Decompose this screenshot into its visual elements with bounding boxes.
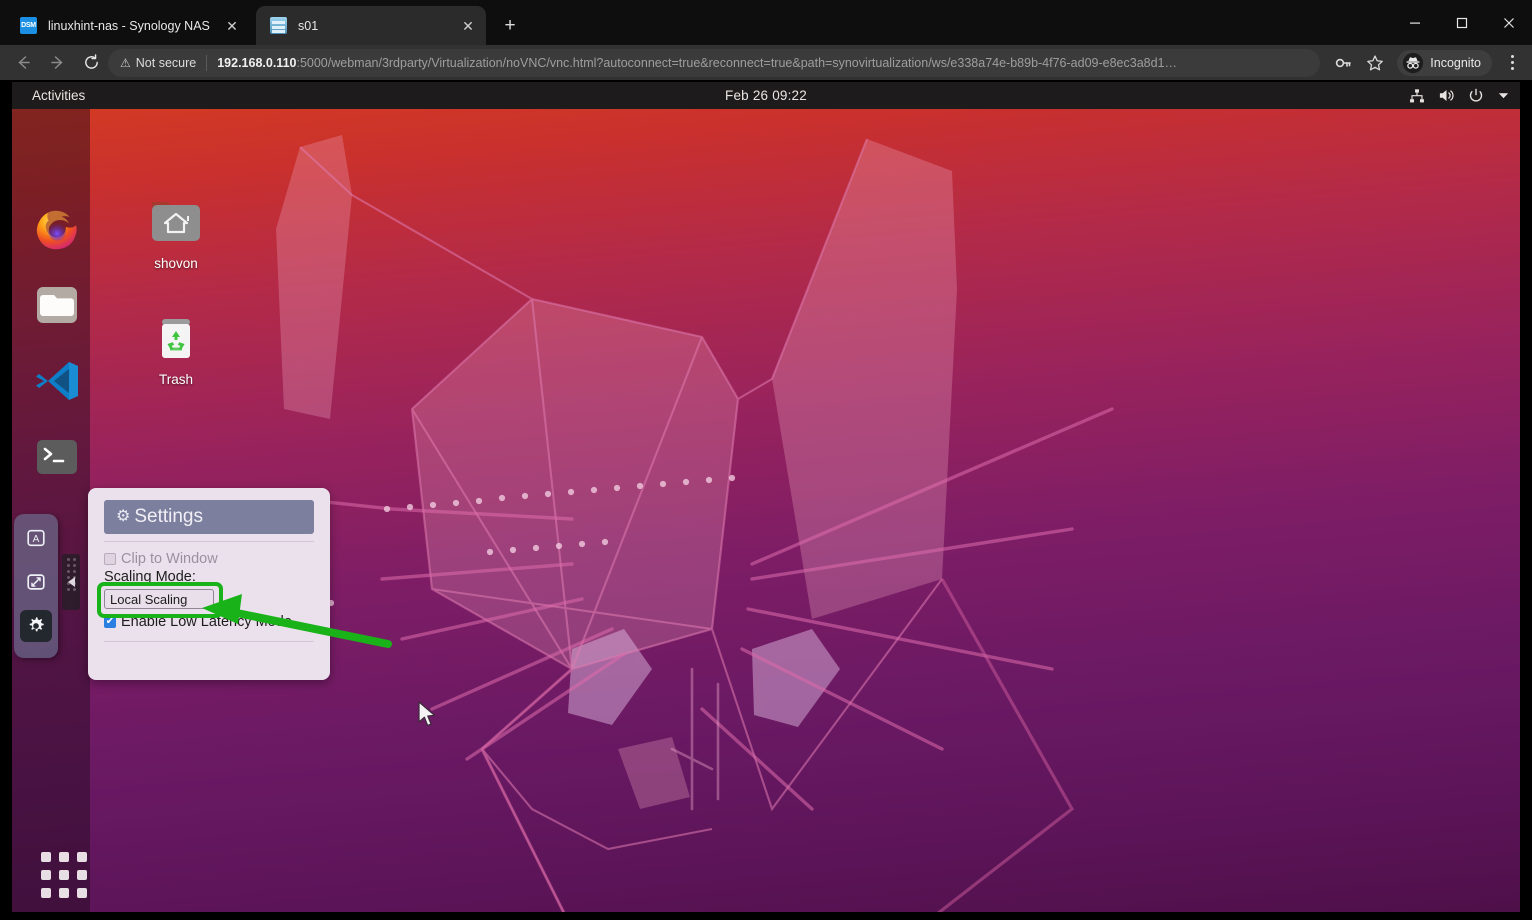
trash-icon xyxy=(162,319,190,358)
reload-icon[interactable] xyxy=(74,45,108,80)
browser-toolbar: ⚠ Not secure 192.168.0.110:5000/webman/3… xyxy=(0,45,1532,80)
star-icon[interactable] xyxy=(1359,47,1391,79)
vnc-canvas[interactable]: Activities Feb 26 09:22 shovon Trash A ⚙… xyxy=(12,82,1520,912)
settings-divider-top xyxy=(104,541,314,542)
novnc-fullscreen-button[interactable] xyxy=(20,566,52,598)
virtual-machine-icon xyxy=(270,17,287,34)
browser-tab-0-close-icon[interactable]: ✕ xyxy=(220,14,244,38)
dock-item-files[interactable] xyxy=(33,281,81,329)
omnibox-divider xyxy=(206,55,208,71)
desktop-icon-label: Trash xyxy=(158,372,193,387)
gnome-top-bar: Activities Feb 26 09:22 xyxy=(12,82,1520,109)
fullscreen-icon xyxy=(27,574,45,590)
screenshot-root: DSM linuxhint-nas - Synology NAS ✕ s01 ✕… xyxy=(0,0,1532,920)
chevron-down-icon xyxy=(1497,89,1510,102)
maximize-icon[interactable] xyxy=(1438,0,1485,45)
three-dots-menu-icon[interactable] xyxy=(1498,47,1526,79)
settings-panel-header: ⚙ Settings xyxy=(104,500,314,534)
handle-grip-dots xyxy=(67,558,76,591)
browser-tab-0-title: linuxhint-nas - Synology NAS xyxy=(48,18,210,33)
gnome-status-area[interactable] xyxy=(1409,87,1510,104)
grid-dot xyxy=(59,852,69,862)
clip-to-window-row[interactable]: Clip to Window xyxy=(104,548,314,569)
dsm-logo-icon: DSM xyxy=(20,17,37,34)
minimize-icon[interactable] xyxy=(1391,0,1438,45)
desktop-icon-label: shovon xyxy=(154,256,198,271)
desktop-icon-trash[interactable]: Trash xyxy=(134,310,218,387)
url-path: :5000/webman/3rdparty/Virtualization/noV… xyxy=(296,56,1178,70)
gnome-dock xyxy=(12,109,90,912)
novnc-settings-button[interactable] xyxy=(20,610,52,642)
vscode-icon xyxy=(36,362,78,400)
grid-dot xyxy=(59,888,69,898)
grid-dot xyxy=(77,870,87,880)
network-wired-icon xyxy=(1409,88,1425,104)
dock-item-firefox[interactable] xyxy=(33,205,81,253)
window-controls xyxy=(1391,0,1532,45)
low-latency-checkbox[interactable]: ✔ xyxy=(104,615,116,628)
grid-dot xyxy=(41,888,51,898)
gear-icon: ⚙ xyxy=(116,508,131,525)
show-applications-button[interactable] xyxy=(41,852,87,898)
url-host: 192.168.0.110 xyxy=(217,56,297,70)
address-bar-url: 192.168.0.110:5000/webman/3rdparty/Virtu… xyxy=(217,56,1310,70)
browser-tab-0[interactable]: DSM linuxhint-nas - Synology NAS ✕ xyxy=(6,6,250,45)
home-folder-icon xyxy=(152,202,200,241)
power-icon xyxy=(1468,88,1484,104)
incognito-label: Incognito xyxy=(1430,55,1481,70)
incognito-spy-icon xyxy=(1403,52,1424,73)
back-arrow-icon[interactable] xyxy=(6,45,40,80)
settings-panel-title: Settings xyxy=(134,506,203,527)
annotation-arrow xyxy=(202,594,392,648)
grid-dot xyxy=(77,888,87,898)
novnc-keyboard-button[interactable]: A xyxy=(20,522,52,554)
browser-tab-strip: DSM linuxhint-nas - Synology NAS ✕ s01 ✕… xyxy=(0,0,1532,45)
gnome-clock[interactable]: Feb 26 09:22 xyxy=(12,88,1520,103)
incognito-indicator[interactable]: Incognito xyxy=(1397,49,1492,76)
files-folder-icon xyxy=(37,287,77,323)
not-secure-warning-icon: ⚠ xyxy=(120,56,131,70)
browser-tab-1-close-icon[interactable]: ✕ xyxy=(456,14,480,38)
browser-toolbar-actions: Incognito xyxy=(1327,45,1526,80)
grid-dot xyxy=(41,852,51,862)
address-bar[interactable]: ⚠ Not secure 192.168.0.110:5000/webman/3… xyxy=(108,49,1320,77)
keyboard-icon: A xyxy=(27,529,45,547)
forward-arrow-icon[interactable] xyxy=(40,45,74,80)
close-icon[interactable] xyxy=(1485,0,1532,45)
desktop-icon-home-folder[interactable]: shovon xyxy=(134,194,218,271)
mouse-cursor xyxy=(418,701,436,726)
new-tab-button[interactable]: + xyxy=(496,11,524,39)
clip-to-window-checkbox[interactable] xyxy=(104,552,116,565)
dock-item-terminal[interactable] xyxy=(33,433,81,481)
svg-text:A: A xyxy=(33,534,40,545)
dock-item-vscode[interactable] xyxy=(33,357,81,405)
gear-icon xyxy=(29,617,44,632)
not-secure-label: Not secure xyxy=(135,56,197,70)
novnc-collapse-handle[interactable] xyxy=(62,554,80,610)
grid-dot xyxy=(41,870,51,880)
grid-dot xyxy=(59,870,69,880)
clip-to-window-label: Clip to Window xyxy=(121,550,218,567)
terminal-icon xyxy=(37,440,77,474)
browser-tab-1-title: s01 xyxy=(298,18,319,33)
novnc-control-bar: A xyxy=(14,514,58,658)
key-icon[interactable] xyxy=(1327,47,1359,79)
firefox-icon xyxy=(36,210,77,250)
volume-icon xyxy=(1438,87,1455,104)
grid-dot xyxy=(77,852,87,862)
browser-tab-1[interactable]: s01 ✕ xyxy=(256,6,486,45)
